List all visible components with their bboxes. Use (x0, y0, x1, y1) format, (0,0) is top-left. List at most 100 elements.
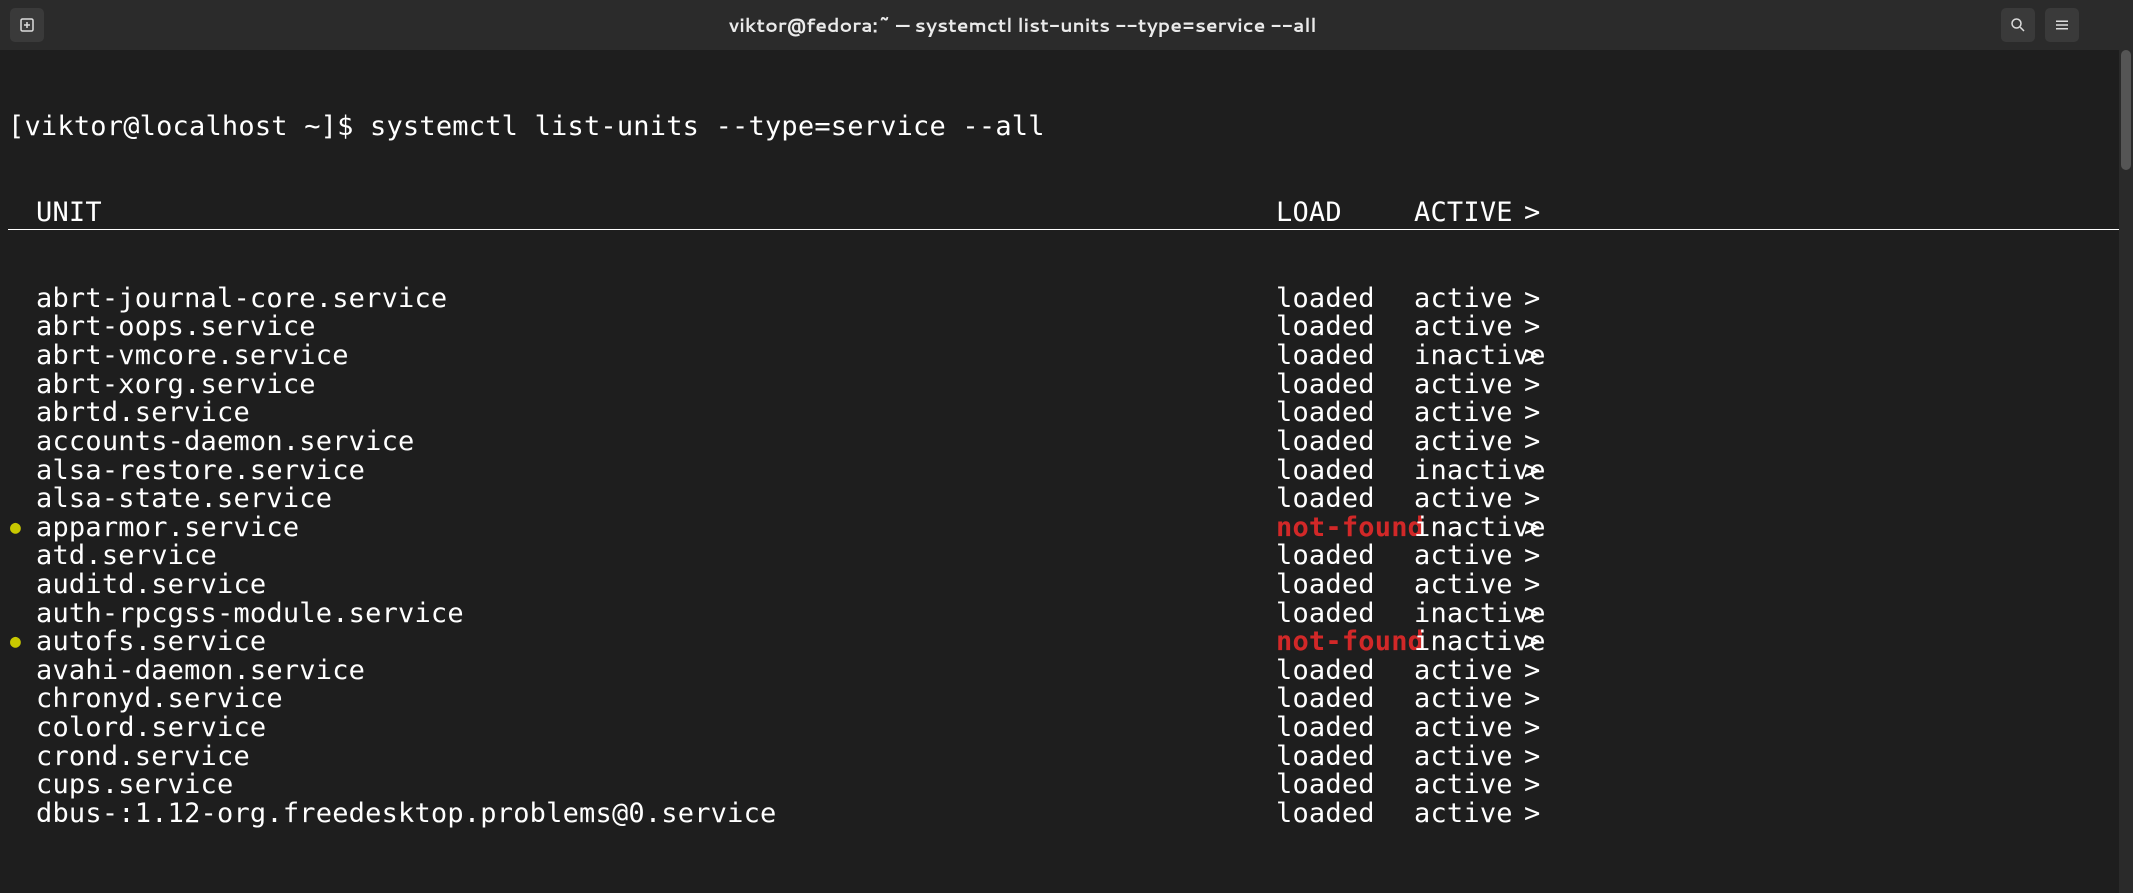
header-underline (8, 229, 2125, 230)
load-status: loaded (1276, 571, 1414, 600)
table-row: auditd.serviceloadedactive> (8, 571, 2133, 600)
load-status: loaded (1276, 685, 1414, 714)
unit-name: alsa-state.service (36, 485, 1276, 514)
active-status: inactive (1414, 514, 1524, 543)
line-continuation: > (1524, 800, 1544, 829)
status-bullet-icon (8, 657, 36, 686)
load-status: loaded (1276, 399, 1414, 428)
load-status: loaded (1276, 714, 1414, 743)
table-row: avahi-daemon.serviceloadedactive> (8, 657, 2133, 686)
unit-name: abrt-vmcore.service (36, 342, 1276, 371)
active-status: active (1414, 428, 1524, 457)
load-status: loaded (1276, 485, 1414, 514)
line-continuation: > (1524, 428, 1544, 457)
status-bullet-icon (8, 771, 36, 800)
unit-name: autofs.service (36, 628, 1276, 657)
table-row: ●apparmor.servicenot-foundinactive> (8, 514, 2133, 543)
unit-name: accounts-daemon.service (36, 428, 1276, 457)
table-row: atd.serviceloadedactive> (8, 542, 2133, 571)
window-title: viktor@fedora:~ — systemctl list-units -… (54, 12, 1991, 39)
unit-name: abrt-oops.service (36, 313, 1276, 342)
unit-name: apparmor.service (36, 514, 1276, 543)
status-bullet-icon (8, 342, 36, 371)
unit-name: auth-rpcgss-module.service (36, 600, 1276, 629)
search-button[interactable] (2001, 8, 2035, 42)
unit-name: abrtd.service (36, 399, 1276, 428)
status-bullet-icon (8, 600, 36, 629)
line-continuation: > (1524, 371, 1544, 400)
status-bullet-icon (8, 685, 36, 714)
status-bullet-icon: ● (8, 514, 36, 543)
table-row: crond.serviceloadedactive> (8, 743, 2133, 772)
active-status: active (1414, 685, 1524, 714)
line-continuation: > (1524, 457, 1544, 486)
status-bullet-icon (8, 428, 36, 457)
load-status: loaded (1276, 542, 1414, 571)
load-status: loaded (1276, 800, 1414, 829)
load-status: loaded (1276, 371, 1414, 400)
table-row: colord.serviceloadedactive> (8, 714, 2133, 743)
line-continuation: > (1524, 600, 1544, 629)
table-row: abrt-vmcore.serviceloadedinactive> (8, 342, 2133, 371)
status-bullet-icon: ● (8, 628, 36, 657)
status-bullet-icon (8, 399, 36, 428)
unit-name: alsa-restore.service (36, 457, 1276, 486)
line-continuation: > (1524, 342, 1544, 371)
status-bullet-icon (8, 371, 36, 400)
active-status: active (1414, 571, 1524, 600)
status-bullet-icon (8, 457, 36, 486)
line-continuation: > (1524, 657, 1544, 686)
load-status: loaded (1276, 313, 1414, 342)
active-status: active (1414, 485, 1524, 514)
table-row: abrt-oops.serviceloadedactive> (8, 313, 2133, 342)
unit-name: atd.service (36, 542, 1276, 571)
unit-name: auditd.service (36, 571, 1276, 600)
hamburger-icon (2053, 16, 2071, 34)
line-continuation: > (1524, 714, 1544, 743)
load-status: loaded (1276, 600, 1414, 629)
status-bullet-icon (8, 313, 36, 342)
new-tab-icon (18, 16, 36, 34)
scrollbar[interactable] (2119, 50, 2133, 893)
line-continuation: > (1524, 771, 1544, 800)
header-unit: UNIT (36, 199, 1276, 228)
header-continuation: > (1524, 199, 1544, 228)
unit-name: colord.service (36, 714, 1276, 743)
line-continuation: > (1524, 313, 1544, 342)
header-active: ACTIVE (1414, 199, 1524, 228)
table-row: ●autofs.servicenot-foundinactive> (8, 628, 2133, 657)
active-status: active (1414, 743, 1524, 772)
header-load: LOAD (1276, 199, 1414, 228)
line-continuation: > (1524, 628, 1544, 657)
table-header-row: UNITLOADACTIVE> (8, 199, 2133, 228)
new-tab-button[interactable] (10, 8, 44, 42)
table-row: abrtd.serviceloadedactive> (8, 399, 2133, 428)
active-status: active (1414, 542, 1524, 571)
table-row: dbus-:1.12-org.freedesktop.problems@0.se… (8, 800, 2133, 829)
unit-name: cups.service (36, 771, 1276, 800)
active-status: active (1414, 285, 1524, 314)
scrollbar-thumb[interactable] (2121, 50, 2131, 170)
status-bullet-icon (8, 743, 36, 772)
load-status: loaded (1276, 743, 1414, 772)
line-continuation: > (1524, 485, 1544, 514)
status-bullet-icon (8, 485, 36, 514)
table-row: cups.serviceloadedactive> (8, 771, 2133, 800)
active-status: active (1414, 771, 1524, 800)
load-status: loaded (1276, 285, 1414, 314)
table-row: abrt-xorg.serviceloadedactive> (8, 371, 2133, 400)
unit-name: chronyd.service (36, 685, 1276, 714)
active-status: inactive (1414, 342, 1524, 371)
active-status: active (1414, 657, 1524, 686)
active-status: active (1414, 714, 1524, 743)
titlebar: viktor@fedora:~ — systemctl list-units -… (0, 0, 2133, 50)
line-continuation: > (1524, 542, 1544, 571)
unit-name: abrt-xorg.service (36, 371, 1276, 400)
table-row: chronyd.serviceloadedactive> (8, 685, 2133, 714)
load-status: loaded (1276, 771, 1414, 800)
terminal-output[interactable]: [viktor@localhost ~]$ systemctl list-uni… (0, 50, 2133, 857)
menu-button[interactable] (2045, 8, 2079, 42)
header-indent (8, 199, 36, 228)
close-button[interactable] (2089, 8, 2123, 42)
active-status: active (1414, 371, 1524, 400)
